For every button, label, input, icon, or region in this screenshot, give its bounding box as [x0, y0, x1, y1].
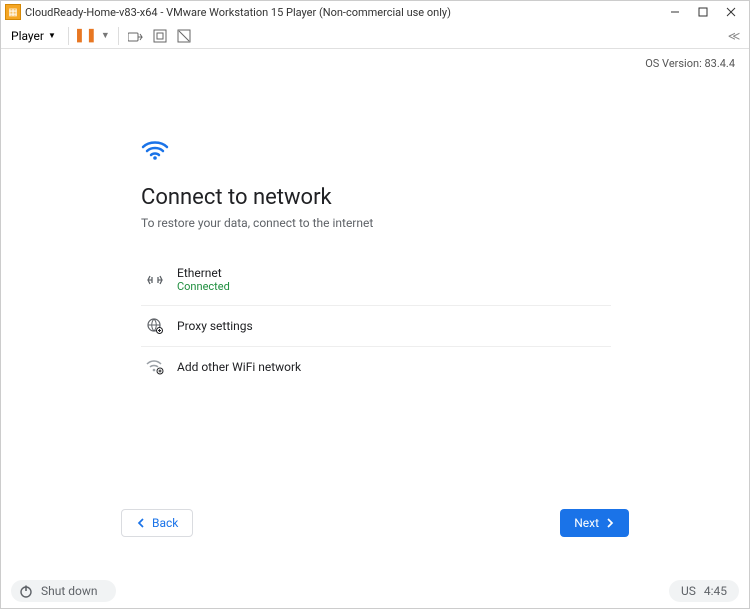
- network-item-proxy[interactable]: Proxy settings: [141, 306, 611, 347]
- page-headline: Connect to network: [141, 185, 611, 210]
- back-button[interactable]: Back: [121, 509, 193, 537]
- wifi-plus-icon: [141, 359, 169, 375]
- unity-mode-button[interactable]: [173, 25, 195, 47]
- next-button[interactable]: Next: [560, 509, 629, 537]
- keyboard-locale: US: [681, 584, 696, 598]
- page-subhead: To restore your data, connect to the int…: [141, 216, 611, 230]
- status-tray[interactable]: US 4:45: [669, 580, 739, 602]
- minimize-icon: [670, 7, 680, 17]
- addwifi-label: Add other WiFi network: [177, 360, 301, 374]
- vmware-titlebar: ▦ CloudReady-Home-v83-x64 - VMware Works…: [1, 1, 749, 23]
- ethernet-status: Connected: [177, 280, 230, 293]
- player-menu-label: Player: [11, 29, 44, 43]
- vmware-toolbar: Player ▼ ❚❚ ▼ ≪: [1, 23, 749, 49]
- player-menu[interactable]: Player ▼: [5, 27, 62, 45]
- shutdown-button[interactable]: Shut down: [11, 580, 116, 602]
- pause-vm-button[interactable]: ❚❚: [75, 25, 97, 47]
- fullscreen-button[interactable]: [149, 25, 171, 47]
- send-cad-icon: [128, 29, 144, 43]
- send-ctrl-alt-del-button[interactable]: [125, 25, 147, 47]
- toolbar-separator: [118, 27, 119, 45]
- toolbar-collapse-button[interactable]: ≪: [723, 25, 745, 47]
- close-button[interactable]: [717, 1, 745, 23]
- back-button-label: Back: [152, 516, 178, 530]
- network-item-ethernet[interactable]: Ethernet Connected: [141, 254, 611, 306]
- ethernet-icon: [141, 274, 169, 286]
- chevron-left-icon: [136, 518, 146, 528]
- oobe-nav: Back Next: [121, 509, 629, 537]
- proxy-label: Proxy settings: [177, 319, 253, 333]
- oobe-content: Connect to network To restore your data,…: [141, 139, 611, 387]
- clock: 4:45: [704, 584, 727, 598]
- minimize-button[interactable]: [661, 1, 689, 23]
- maximize-button[interactable]: [689, 1, 717, 23]
- os-version-label: OS Version: 83.4.4: [645, 57, 735, 70]
- toolbar-separator: [68, 27, 69, 45]
- chevron-right-icon: [605, 518, 615, 528]
- ethernet-label: Ethernet: [177, 266, 230, 280]
- maximize-icon: [698, 7, 708, 17]
- vmware-app-icon: ▦: [5, 4, 21, 20]
- guest-os-screen: OS Version: 83.4.4 Connect to network To…: [1, 49, 749, 608]
- power-icon: [19, 584, 33, 598]
- pause-icon: ❚❚: [74, 28, 98, 43]
- caret-down-icon: ▼: [48, 31, 56, 40]
- fullscreen-icon: [153, 29, 167, 43]
- close-icon: [726, 7, 736, 17]
- wifi-hero-icon: [141, 139, 611, 161]
- chevrons-left-icon: ≪: [728, 29, 741, 43]
- shelf: Shut down US 4:45: [1, 574, 749, 608]
- shutdown-label: Shut down: [41, 584, 98, 598]
- network-item-add-wifi[interactable]: Add other WiFi network: [141, 347, 611, 387]
- unity-icon: [177, 29, 191, 43]
- window-title: CloudReady-Home-v83-x64 - VMware Worksta…: [25, 6, 661, 19]
- globe-plus-icon: [141, 318, 169, 334]
- next-button-label: Next: [574, 516, 599, 530]
- power-submenu-caret-icon[interactable]: ▼: [99, 30, 112, 41]
